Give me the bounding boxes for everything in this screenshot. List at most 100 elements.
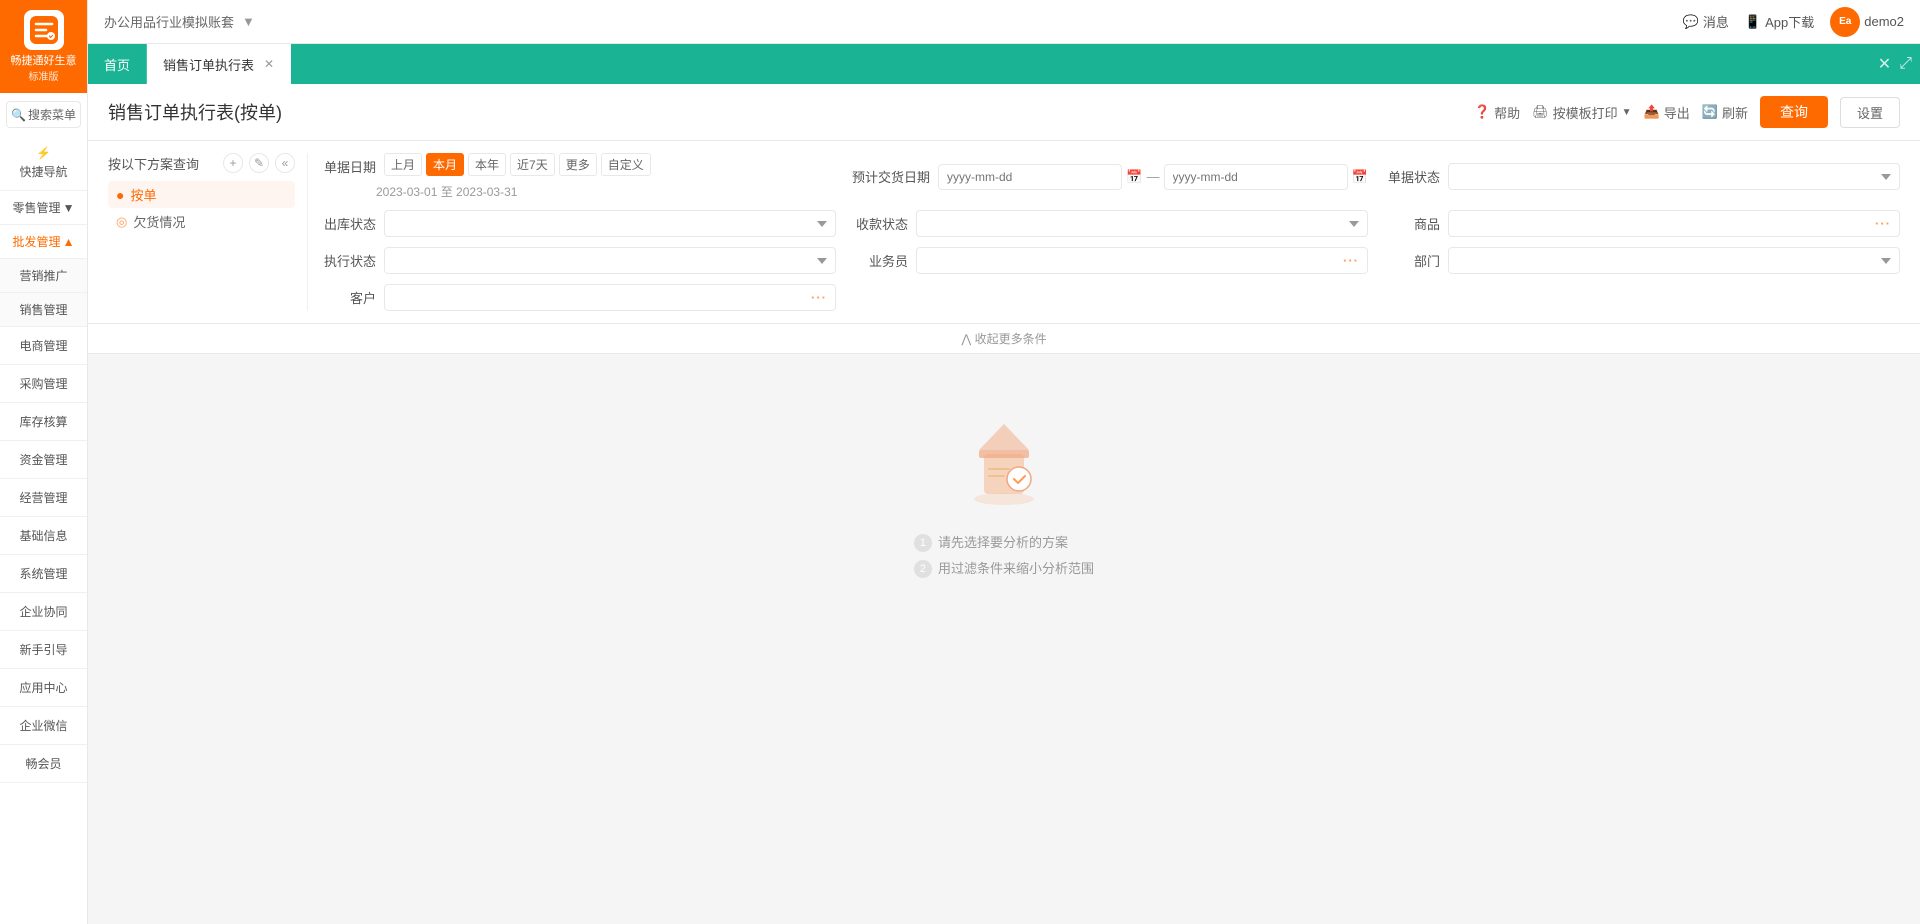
inventory-label: 库存核算: [19, 413, 67, 430]
export-icon: 📤: [1644, 104, 1660, 120]
expected-date-start-input[interactable]: [938, 164, 1122, 190]
edit-icon: ✎: [254, 156, 264, 170]
sidebar-item-wholesale[interactable]: 批发管理 ▲: [0, 225, 87, 259]
outbound-select[interactable]: [384, 210, 836, 237]
print-template-button[interactable]: 🖨 按模板打印 ▼: [1532, 103, 1631, 122]
left-panel-add-button[interactable]: +: [223, 153, 243, 173]
date-btn-7days[interactable]: 近7天: [510, 153, 555, 176]
tip-text-2: 用过滤条件来缩小分析范围: [938, 556, 1094, 582]
sidebar-item-system[interactable]: 系统管理: [0, 555, 87, 593]
help-label: 帮助: [1494, 103, 1520, 122]
refresh-button[interactable]: 🔄 刷新: [1702, 103, 1748, 122]
sidebar-item-marketing[interactable]: 营销推广: [0, 259, 87, 293]
sidebar-item-newuser[interactable]: 新手引导: [0, 631, 87, 669]
tab-close-all-button[interactable]: ✕: [1878, 54, 1891, 74]
payment-filter: 收款状态: [852, 210, 1368, 237]
sidebar-item-retail[interactable]: 零售管理 ▼: [0, 191, 87, 225]
main-area: 办公用品行业模拟账套 ▼ 💬 消息 📱 App下载 Ea demo2 首页: [88, 0, 1920, 924]
date-btn-this-year[interactable]: 本年: [468, 153, 506, 176]
newuser-label: 新手引导: [19, 641, 67, 658]
sidebar-item-appstore[interactable]: 应用中心: [0, 669, 87, 707]
export-label: 导出: [1664, 103, 1690, 122]
dept-select[interactable]: [1448, 247, 1900, 274]
purchase-label: 采购管理: [19, 375, 67, 392]
customer-more-icon: ···: [811, 290, 827, 305]
left-panel-item-credit[interactable]: ◎ 欠货情况: [108, 208, 295, 235]
sidebar-search-section: 🔍 搜索菜单: [0, 93, 87, 136]
tab-close-icon[interactable]: ✕: [264, 57, 274, 71]
filter-row-3: 执行状态 业务员 ···: [320, 247, 1900, 274]
content-area: 销售订单执行表(按单) ❓ 帮助 🖨 按模板打印 ▼ 📤 导出: [88, 84, 1920, 924]
filter-row-1: 单据日期 上月 本月 本年 近7天 更多 自定义: [320, 153, 1900, 200]
date-btn-more[interactable]: 更多: [559, 153, 597, 176]
appstore-label: 应用中心: [19, 679, 67, 696]
message-button[interactable]: 💬 消息: [1683, 12, 1729, 31]
sidebar-item-wechat[interactable]: 企业微信: [0, 707, 87, 745]
date-filter-group: 单据日期 上月 本月 本年 近7天 更多 自定义: [320, 153, 836, 200]
tab-home[interactable]: 首页: [88, 44, 147, 84]
settings-button[interactable]: 设置: [1840, 97, 1900, 128]
calendar-end-icon[interactable]: 📅: [1352, 169, 1368, 185]
sidebar-item-member[interactable]: 畅会员: [0, 745, 87, 783]
app-subtitle: 标准版: [29, 68, 59, 83]
sidebar-item-ecommerce[interactable]: 电商管理: [0, 327, 87, 365]
sidebar-item-quick-nav[interactable]: ⚡ 快捷导航: [0, 136, 87, 191]
tab-sales-order[interactable]: 销售订单执行表 ✕: [147, 44, 291, 84]
breadcrumb: 办公用品行业模拟账套 ▼: [104, 12, 255, 31]
left-panel-collapse-button[interactable]: «: [275, 153, 295, 173]
customer-label: 客户: [320, 288, 376, 307]
search-menu-button[interactable]: 🔍 搜索菜单: [6, 101, 81, 128]
app-download-button[interactable]: 📱 App下载: [1745, 12, 1814, 31]
collapse-label: 收起更多条件: [975, 332, 1047, 346]
goods-input[interactable]: ···: [1448, 210, 1900, 237]
sidebar-item-finance[interactable]: 资金管理: [0, 441, 87, 479]
tab-bar: 首页 销售订单执行表 ✕ ✕ ⤢: [88, 44, 1920, 84]
help-button[interactable]: ❓ 帮助: [1474, 103, 1520, 122]
quick-nav-label: 快捷导航: [19, 163, 67, 180]
sidebar-item-basic[interactable]: 基础信息: [0, 517, 87, 555]
exec-select[interactable]: [384, 247, 836, 274]
avatar: Ea: [1830, 7, 1860, 37]
left-panel-edit-button[interactable]: ✎: [249, 153, 269, 173]
date-btn-this-month[interactable]: 本月: [426, 153, 464, 176]
sales-order-tab-label: 销售订单执行表: [163, 55, 254, 74]
sidebar-item-purchase[interactable]: 采购管理: [0, 365, 87, 403]
salesperson-label: 业务员: [852, 251, 908, 270]
breadcrumb-arrow-icon[interactable]: ▼: [242, 14, 255, 29]
left-panel-item-by-order[interactable]: ● 按单: [108, 181, 295, 208]
download-icon: 📱: [1745, 14, 1761, 30]
salesperson-input[interactable]: ···: [916, 247, 1368, 274]
sidebar-item-sales[interactable]: 销售管理: [0, 293, 87, 327]
tip-text-1: 请先选择要分析的方案: [938, 530, 1068, 556]
sidebar-item-enterprise[interactable]: 企业协同: [0, 593, 87, 631]
date-btn-last-month[interactable]: 上月: [384, 153, 422, 176]
collapse-more-button[interactable]: ⋀ 收起更多条件: [88, 324, 1920, 354]
tab-expand-button[interactable]: ⤢: [1899, 55, 1912, 73]
user-profile-button[interactable]: Ea demo2: [1830, 7, 1904, 37]
customer-input[interactable]: ···: [384, 284, 836, 311]
expected-date-range: 📅 — 📅: [938, 164, 1368, 190]
outbound-filter: 出库状态: [320, 210, 836, 237]
sidebar-section-wholesale: 批发管理 ▲ 营销推广 销售管理: [0, 225, 87, 327]
print-label: 按模板打印: [1553, 103, 1618, 122]
exec-label: 执行状态: [320, 251, 376, 270]
sidebar-item-operations[interactable]: 经营管理: [0, 479, 87, 517]
add-icon: +: [229, 156, 236, 170]
message-label: 消息: [1703, 12, 1729, 31]
logo-icon: [24, 10, 64, 50]
date-btn-custom[interactable]: 自定义: [601, 153, 651, 176]
app-logo: 畅捷通好生意 标准版: [0, 0, 87, 93]
goods-label: 商品: [1384, 214, 1440, 233]
tip-num-1: 1: [914, 534, 932, 552]
calendar-start-icon[interactable]: 📅: [1126, 169, 1142, 185]
query-button[interactable]: 查询: [1760, 96, 1828, 128]
doc-status-select[interactable]: [1448, 163, 1900, 190]
credit-label: 欠货情况: [133, 212, 185, 231]
payment-select[interactable]: [916, 210, 1368, 237]
sidebar-item-inventory[interactable]: 库存核算: [0, 403, 87, 441]
wholesale-label: 批发管理: [13, 233, 61, 250]
user-name: demo2: [1864, 14, 1904, 29]
search-icon: 🔍: [11, 108, 26, 122]
expected-date-end-input[interactable]: [1164, 164, 1348, 190]
export-button[interactable]: 📤 导出: [1644, 103, 1690, 122]
